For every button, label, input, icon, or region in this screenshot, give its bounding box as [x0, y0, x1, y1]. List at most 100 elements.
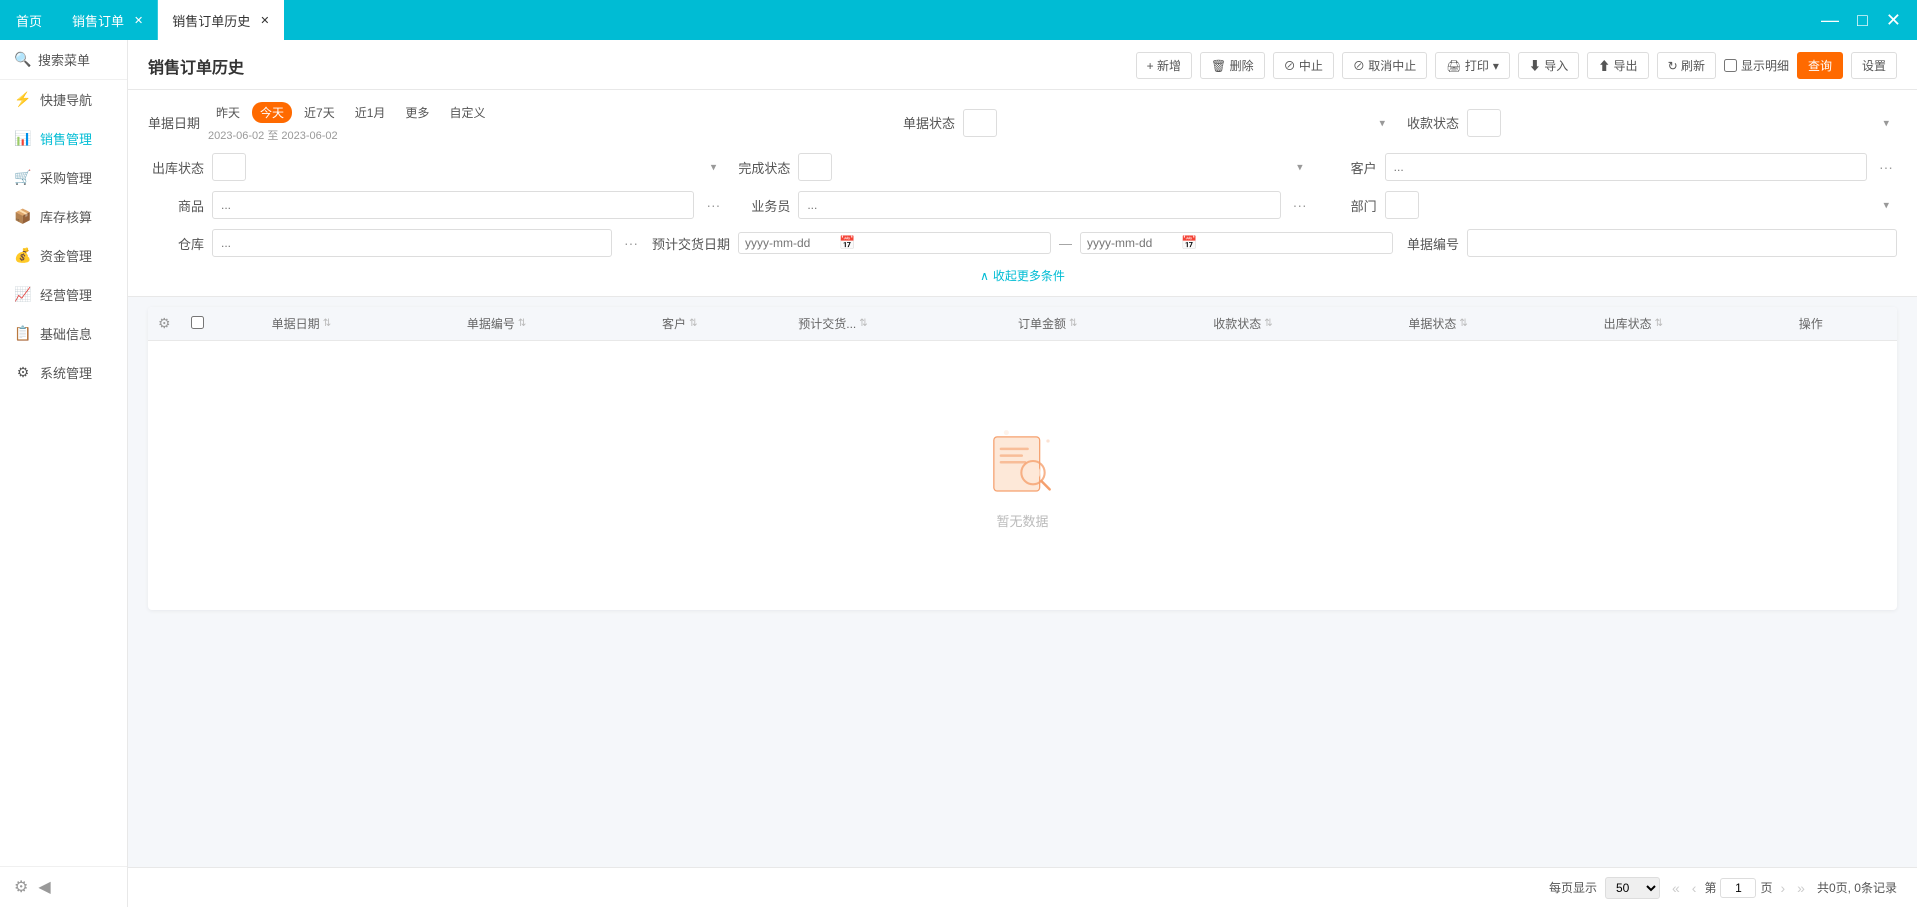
sidebar-item-system[interactable]: ⚙ 系统管理 [0, 353, 127, 392]
sort-amount-icon: ⇅ [1069, 318, 1077, 329]
new-button[interactable]: + 新增 [1136, 52, 1192, 79]
window-close-button[interactable]: ✕ [1880, 8, 1907, 33]
import-button[interactable]: ⬇ 导入 [1518, 52, 1579, 79]
last-page-button[interactable]: » [1793, 878, 1809, 898]
th-date[interactable]: 单据日期 ⇅ [262, 307, 457, 341]
th-delivery-status[interactable]: 出库状态 ⇅ [1594, 307, 1789, 341]
goods-input[interactable] [212, 191, 694, 219]
empty-state-row: 暂无数据 [148, 341, 1897, 611]
next-page-button[interactable]: › [1777, 878, 1790, 898]
sort-receipt-icon: ⇅ [1264, 318, 1272, 329]
sort-orderno-icon: ⇅ [518, 318, 526, 329]
sidebar-item-purchase[interactable]: 🛒 采购管理 [0, 158, 127, 197]
th-checkbox [181, 307, 262, 341]
date-1month[interactable]: 近1月 [347, 102, 394, 123]
show-detail-checkbox[interactable] [1724, 59, 1737, 72]
tab-sales-order-history-close[interactable]: ✕ [260, 14, 269, 27]
order-no-input[interactable] [1467, 229, 1897, 257]
warehouse-input[interactable] [212, 229, 612, 257]
window-maximize-button[interactable]: □ [1851, 8, 1874, 33]
page-size-label: 每页显示 [1549, 879, 1597, 896]
department-select[interactable] [1385, 191, 1419, 219]
query-button-label: 查询 [1808, 57, 1832, 74]
stop-button[interactable]: ⊘ 中止 [1273, 52, 1334, 79]
delivery-date-end-input[interactable] [1087, 236, 1177, 250]
th-amount[interactable]: 订单金额 ⇅ [1008, 307, 1203, 341]
date-options-row: 昨天 今天 近7天 近1月 更多 自定义 [208, 102, 493, 123]
filter-row-4: 仓库 ··· 预计交货日期 📅 — 📅 [148, 229, 1897, 257]
date-more[interactable]: 更多 [397, 102, 437, 123]
th-receipt-status[interactable]: 收款状态 ⇅ [1203, 307, 1398, 341]
refresh-button[interactable]: ↻ 刷新 [1657, 52, 1716, 79]
warehouse-ellipsis-button[interactable]: ··· [620, 235, 642, 251]
cancel-stop-button[interactable]: ⊘ 取消中止 [1342, 52, 1427, 79]
content-area: 销售订单历史 + 新增 🗑 删除 ⊘ 中止 ⊘ 取消中止 🖨 [128, 40, 1917, 907]
print-button[interactable]: 🖨 打印 ▾ [1435, 52, 1510, 79]
show-detail-text: 显示明细 [1741, 57, 1789, 74]
select-all-checkbox[interactable] [191, 316, 204, 329]
sidebar-item-operations-label: 经营管理 [40, 285, 92, 304]
sort-delivery-status-icon: ⇅ [1655, 318, 1663, 329]
tab-sales-order[interactable]: 销售订单 ✕ [58, 0, 158, 40]
first-page-button[interactable]: « [1668, 878, 1684, 898]
current-page-input[interactable] [1720, 878, 1756, 898]
query-button[interactable]: 查询 [1797, 52, 1843, 79]
prev-page-button[interactable]: ‹ [1688, 878, 1701, 898]
page-size-select[interactable]: 50 10 20 100 [1605, 877, 1660, 899]
table-settings-button[interactable]: ⚙ [158, 315, 171, 332]
print-dropdown-icon[interactable]: ▾ [1493, 59, 1499, 73]
sidebar-item-operations[interactable]: 📈 经营管理 [0, 275, 127, 314]
date-7days[interactable]: 近7天 [296, 102, 343, 123]
collapse-up-icon: ∧ [980, 269, 989, 283]
tab-sales-order-close[interactable]: ✕ [134, 14, 143, 27]
sidebar-item-inventory[interactable]: 📦 库存核算 [0, 197, 127, 236]
th-order-no[interactable]: 单据编号 ⇅ [457, 307, 652, 341]
collapse-sidebar-icon[interactable]: ◀ [38, 877, 50, 897]
sidebar-search[interactable]: 🔍 搜索菜单 [0, 40, 127, 80]
sidebar: 🔍 搜索菜单 ⚡ 快捷导航 📊 销售管理 🛒 采购管理 📦 库存核算 💰 资金管… [0, 40, 128, 907]
complete-status-select[interactable] [798, 153, 832, 181]
salesperson-ellipsis-button[interactable]: ··· [1289, 197, 1311, 213]
sidebar-item-finance[interactable]: 💰 资金管理 [0, 236, 127, 275]
sidebar-item-quick-nav[interactable]: ⚡ 快捷导航 [0, 80, 127, 119]
goods-ellipsis-button[interactable]: ··· [702, 197, 724, 213]
new-button-label: + 新增 [1147, 57, 1181, 74]
receipt-status-select[interactable] [1467, 109, 1501, 137]
sidebar-item-sales[interactable]: 📊 销售管理 [0, 119, 127, 158]
salesperson-input[interactable] [798, 191, 1280, 219]
date-custom[interactable]: 自定义 [441, 102, 493, 123]
total-records-text: 共0页, 0条记录 [1817, 879, 1897, 896]
delivery-date-start-input[interactable] [745, 236, 835, 250]
date-yesterday[interactable]: 昨天 [208, 102, 248, 123]
window-minimize-button[interactable]: — [1815, 8, 1845, 33]
empty-illustration [973, 421, 1073, 511]
th-delivery-date[interactable]: 预计交货... ⇅ [788, 307, 1008, 341]
show-detail-label[interactable]: 显示明细 [1724, 57, 1789, 74]
tab-home[interactable]: 首页 [0, 0, 58, 40]
delete-button[interactable]: 🗑 删除 [1200, 52, 1265, 79]
complete-status-select-wrap [798, 153, 1310, 181]
status-select-wrap [963, 109, 1393, 137]
settings-filter-button[interactable]: 设置 [1851, 52, 1897, 79]
delivery-status-select[interactable] [212, 153, 246, 181]
sidebar-item-basic-info[interactable]: 📋 基础信息 [0, 314, 127, 353]
export-button[interactable]: ⬆ 导出 [1587, 52, 1648, 79]
status-select[interactable] [963, 109, 997, 137]
delivery-status-filter-group: 出库状态 [148, 153, 724, 181]
page-title: 销售订单历史 [148, 54, 244, 78]
goods-filter-group: 商品 ··· [148, 191, 724, 219]
date-today[interactable]: 今天 [252, 102, 292, 123]
sidebar-item-basic-info-label: 基础信息 [40, 324, 92, 343]
th-customer[interactable]: 客户 ⇅ [652, 307, 788, 341]
th-bill-status[interactable]: 单据状态 ⇅ [1398, 307, 1593, 341]
calendar-end-icon[interactable]: 📅 [1181, 235, 1197, 251]
footer: 每页显示 50 10 20 100 « ‹ 第 页 › » 共0页, 0条记录 [128, 867, 1917, 907]
calendar-start-icon[interactable]: 📅 [839, 235, 855, 251]
tab-sales-order-history[interactable]: 销售订单历史 ✕ [158, 0, 284, 40]
customer-input[interactable] [1385, 153, 1867, 181]
collapse-filters-button[interactable]: ∧ 收起更多条件 [148, 267, 1897, 284]
settings-bottom-icon[interactable]: ⚙ [14, 877, 28, 897]
customer-ellipsis-button[interactable]: ··· [1875, 159, 1897, 175]
basic-info-icon: 📋 [14, 325, 32, 343]
warehouse-filter-group: 仓库 ··· [148, 229, 642, 257]
